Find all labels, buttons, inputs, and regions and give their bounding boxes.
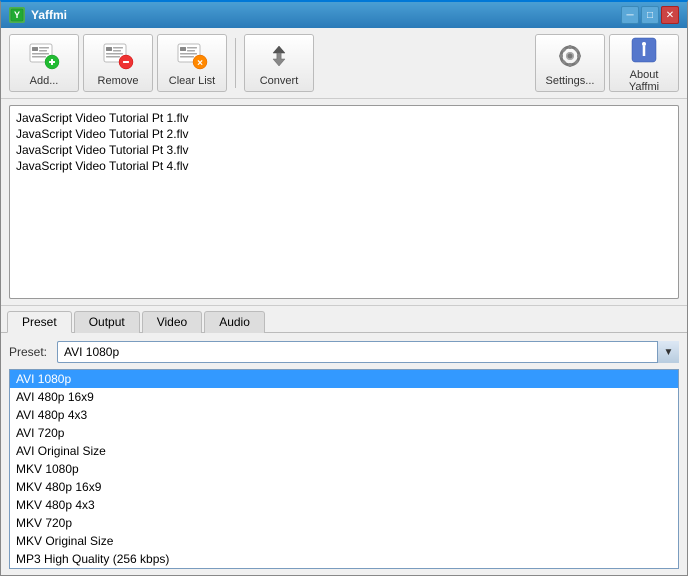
settings-label: Settings... xyxy=(546,75,595,87)
list-item[interactable]: MKV 720p xyxy=(10,514,678,532)
list-item[interactable]: AVI 480p 4x3 xyxy=(10,406,678,424)
list-item[interactable]: AVI 720p xyxy=(10,424,678,442)
title-bar-left: Y Yaffmi xyxy=(9,7,67,23)
toolbar-spacer xyxy=(318,34,531,92)
minimize-button[interactable]: ─ xyxy=(621,6,639,24)
convert-button[interactable]: Convert xyxy=(244,34,314,92)
list-item[interactable]: MKV 1080p xyxy=(10,460,678,478)
preset-option-list[interactable]: AVI 1080pAVI 480p 16x9AVI 480p 4x3AVI 72… xyxy=(9,369,679,569)
settings-icon xyxy=(554,40,586,72)
clear-label: Clear List xyxy=(169,75,215,87)
convert-label: Convert xyxy=(260,75,299,87)
file-list[interactable]: JavaScript Video Tutorial Pt 1.flv JavaS… xyxy=(9,105,679,299)
remove-button[interactable]: Remove xyxy=(83,34,153,92)
list-item[interactable]: MKV 480p 16x9 xyxy=(10,478,678,496)
about-button[interactable]: i About Yaffmi xyxy=(609,34,679,92)
list-item[interactable]: JavaScript Video Tutorial Pt 3.flv xyxy=(14,142,674,158)
remove-icon xyxy=(102,40,134,72)
settings-button[interactable]: Settings... xyxy=(535,34,605,92)
app-title: Yaffmi xyxy=(31,8,67,22)
preset-dropdown[interactable]: AVI 1080pAVI 480p 16x9AVI 480p 4x3AVI 72… xyxy=(57,341,679,363)
add-icon xyxy=(28,40,60,72)
preset-dropdown-wrapper[interactable]: AVI 1080pAVI 480p 16x9AVI 480p 4x3AVI 72… xyxy=(57,341,679,363)
list-item[interactable]: MP3 High Quality (256 kbps) xyxy=(10,550,678,568)
list-item[interactable]: MKV 480p 4x3 xyxy=(10,496,678,514)
tab-audio[interactable]: Audio xyxy=(204,311,265,333)
main-window: Y Yaffmi ─ □ ✕ xyxy=(0,0,688,576)
maximize-button[interactable]: □ xyxy=(641,6,659,24)
title-bar: Y Yaffmi ─ □ ✕ xyxy=(1,2,687,28)
app-icon: Y xyxy=(9,7,25,23)
list-item[interactable]: MP3 Low Quality (64 kbps) xyxy=(10,568,678,569)
title-controls: ─ □ ✕ xyxy=(621,6,679,24)
add-label: Add... xyxy=(30,75,59,87)
list-item[interactable]: JavaScript Video Tutorial Pt 2.flv xyxy=(14,126,674,142)
toolbar-separator-1 xyxy=(235,38,236,88)
list-item[interactable]: JavaScript Video Tutorial Pt 1.flv xyxy=(14,110,674,126)
about-label: About Yaffmi xyxy=(614,69,674,93)
preset-field-label: Preset: xyxy=(9,345,49,359)
tab-output[interactable]: Output xyxy=(74,311,140,333)
preset-row: Preset: AVI 1080pAVI 480p 16x9AVI 480p 4… xyxy=(9,341,679,363)
bottom-panel: Preset Output Video Audio Preset: AVI 10… xyxy=(1,305,687,575)
convert-icon xyxy=(263,40,295,72)
list-item[interactable]: AVI 480p 16x9 xyxy=(10,388,678,406)
list-item[interactable]: JavaScript Video Tutorial Pt 4.flv xyxy=(14,158,674,174)
svg-text:×: × xyxy=(197,58,203,69)
close-button[interactable]: ✕ xyxy=(661,6,679,24)
clear-icon: × xyxy=(176,40,208,72)
about-icon: i xyxy=(628,34,660,66)
list-item[interactable]: AVI 1080p xyxy=(10,370,678,388)
toolbar: Add... Remove xyxy=(1,28,687,99)
svg-text:Y: Y xyxy=(14,10,20,20)
tab-content-preset: Preset: AVI 1080pAVI 480p 16x9AVI 480p 4… xyxy=(1,333,687,575)
tab-video[interactable]: Video xyxy=(142,311,202,333)
clear-list-button[interactable]: × Clear List xyxy=(157,34,227,92)
list-item[interactable]: MKV Original Size xyxy=(10,532,678,550)
tab-preset[interactable]: Preset xyxy=(7,311,72,333)
remove-label: Remove xyxy=(98,75,139,87)
tab-bar: Preset Output Video Audio xyxy=(1,306,687,333)
list-item[interactable]: AVI Original Size xyxy=(10,442,678,460)
add-button[interactable]: Add... xyxy=(9,34,79,92)
